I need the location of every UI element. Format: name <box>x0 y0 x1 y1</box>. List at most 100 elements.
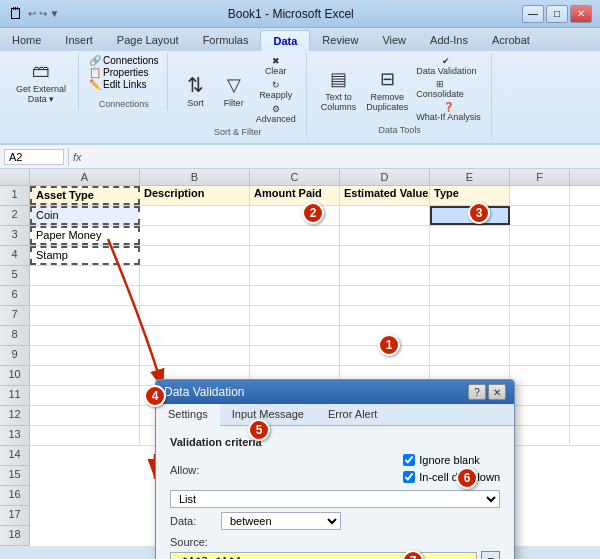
row-num-18: 18 <box>0 526 29 546</box>
table-row: Paper Money <box>30 226 600 246</box>
tab-insert[interactable]: Insert <box>53 30 105 51</box>
data-select[interactable]: between <box>221 512 341 530</box>
tab-view[interactable]: View <box>370 30 418 51</box>
cell-c2[interactable] <box>250 206 340 225</box>
col-header-c: C <box>250 169 340 185</box>
cell-d2[interactable] <box>340 206 430 225</box>
tab-data[interactable]: Data <box>260 30 310 51</box>
cell-c5[interactable] <box>250 266 340 285</box>
whatif-icon: ❓ <box>443 102 454 112</box>
dialog-tab-error-alert[interactable]: Error Alert <box>316 404 390 425</box>
source-label: Source: <box>170 536 500 548</box>
tab-home[interactable]: Home <box>0 30 53 51</box>
in-cell-dropdown-checkbox[interactable] <box>403 471 415 483</box>
row-num-16: 16 <box>0 486 29 506</box>
sort-filter-group-label: Sort & Filter <box>214 125 262 137</box>
row-num-7: 7 <box>0 306 29 326</box>
clear-button[interactable]: ✖ Clear <box>254 55 298 77</box>
dialog-help-button[interactable]: ? <box>468 384 486 400</box>
cell-f4[interactable] <box>510 246 570 265</box>
sort-button[interactable]: ⇅ Sort <box>178 69 214 111</box>
annotation-3: 3 <box>468 202 490 224</box>
source-collapse-button[interactable]: ⊞ <box>481 551 500 559</box>
connections-button[interactable]: 🔗 Connections <box>89 55 159 66</box>
data-label: Data: <box>170 515 215 527</box>
cell-f2[interactable] <box>510 206 570 225</box>
tab-review[interactable]: Review <box>310 30 370 51</box>
text-to-columns-button[interactable]: ▤ Text toColumns <box>317 63 361 115</box>
properties-icon: 📋 <box>89 67 101 78</box>
title-bar: 🗒 ↩ ↪ ▼ Book1 - Microsoft Excel — □ ✕ <box>0 0 600 28</box>
cell-e5[interactable] <box>430 266 510 285</box>
row-num-6: 6 <box>0 286 29 306</box>
cell-a1[interactable]: Asset Type <box>30 186 140 205</box>
cell-e4[interactable] <box>430 246 510 265</box>
source-input[interactable] <box>170 552 477 560</box>
ribbon-group-external-data: 🗃 Get ExternalData ▾ <box>4 53 79 111</box>
cell-d1[interactable]: Estimated Value <box>340 186 430 205</box>
dialog-close-button[interactable]: ✕ <box>488 384 506 400</box>
fx-label: fx <box>73 151 82 163</box>
close-button[interactable]: ✕ <box>570 5 592 23</box>
cell-c3[interactable] <box>250 226 340 245</box>
dialog-tab-settings[interactable]: Settings <box>156 404 220 426</box>
cell-reference-box[interactable] <box>4 149 64 165</box>
cell-f1[interactable] <box>510 186 570 205</box>
consolidate-button[interactable]: ⊞ Consolidate <box>414 78 466 100</box>
dialog-title-bar: Data Validation ? ✕ <box>156 380 514 404</box>
properties-button[interactable]: 📋 Properties <box>89 67 149 78</box>
tab-addins[interactable]: Add-Ins <box>418 30 480 51</box>
edit-links-button[interactable]: ✏️ Edit Links <box>89 79 146 90</box>
cell-a4[interactable]: Stamp <box>30 246 140 265</box>
cell-b1[interactable]: Description <box>140 186 250 205</box>
sort-label: Sort <box>187 99 204 109</box>
cell-a5[interactable] <box>30 266 140 285</box>
cell-e3[interactable] <box>430 226 510 245</box>
cell-c1[interactable]: Amount Paid <box>250 186 340 205</box>
cell-f3[interactable] <box>510 226 570 245</box>
cell-b3[interactable] <box>140 226 250 245</box>
connections-group-label: Connections <box>99 97 149 109</box>
advanced-button[interactable]: ⚙ Advanced <box>254 103 298 125</box>
get-external-data-button[interactable]: 🗃 Get ExternalData ▾ <box>12 55 70 107</box>
what-if-button[interactable]: ❓ What-If Analysis <box>414 101 483 123</box>
row-num-12: 12 <box>0 406 29 426</box>
tab-page-layout[interactable]: Page Layout <box>105 30 191 51</box>
cell-d3[interactable] <box>340 226 430 245</box>
allow-row: Allow: Ignore blank In-cell dropdown <box>170 454 500 508</box>
ribbon-group-sort-filter: ⇅ Sort ▽ Filter ✖ Clear ↻ Reapply ⚙ Adva… <box>170 53 307 139</box>
formula-input[interactable] <box>86 151 596 163</box>
cell-d4[interactable] <box>340 246 430 265</box>
data-validation-button[interactable]: ✔ Data Validation <box>414 55 478 77</box>
minimize-button[interactable]: — <box>522 5 544 23</box>
table-row <box>30 266 600 286</box>
cell-a3[interactable]: Paper Money <box>30 226 140 245</box>
cell-d5[interactable] <box>340 266 430 285</box>
cell-e1[interactable]: Type <box>430 186 510 205</box>
tab-formulas[interactable]: Formulas <box>191 30 261 51</box>
reapply-button[interactable]: ↻ Reapply <box>254 79 298 101</box>
allow-label: Allow: <box>170 464 215 476</box>
maximize-button[interactable]: □ <box>546 5 568 23</box>
cell-a2[interactable]: Coin <box>30 206 140 225</box>
cell-b5[interactable] <box>140 266 250 285</box>
row-num-10: 10 <box>0 366 29 386</box>
remove-duplicates-button[interactable]: ⊟ RemoveDuplicates <box>362 63 412 115</box>
row-num-5: 5 <box>0 266 29 286</box>
cell-b2[interactable] <box>140 206 250 225</box>
cell-f5[interactable] <box>510 266 570 285</box>
window-controls: — □ ✕ <box>522 5 592 23</box>
cell-c4[interactable] <box>250 246 340 265</box>
advanced-icon: ⚙ <box>272 104 280 114</box>
row-num-1: 1 <box>0 186 29 206</box>
ignore-blank-checkbox[interactable] <box>403 454 415 466</box>
allow-select[interactable]: List <box>170 490 500 508</box>
filter-button[interactable]: ▽ Filter <box>216 69 252 111</box>
data-row: Data: between <box>170 512 500 530</box>
row-num-2: 2 <box>0 206 29 226</box>
cell-b4[interactable] <box>140 246 250 265</box>
tab-acrobat[interactable]: Acrobat <box>480 30 542 51</box>
col-header-b: B <box>140 169 250 185</box>
consolidate-icon: ⊞ <box>436 79 444 89</box>
dialog-tab-input-message[interactable]: Input Message <box>220 404 316 425</box>
